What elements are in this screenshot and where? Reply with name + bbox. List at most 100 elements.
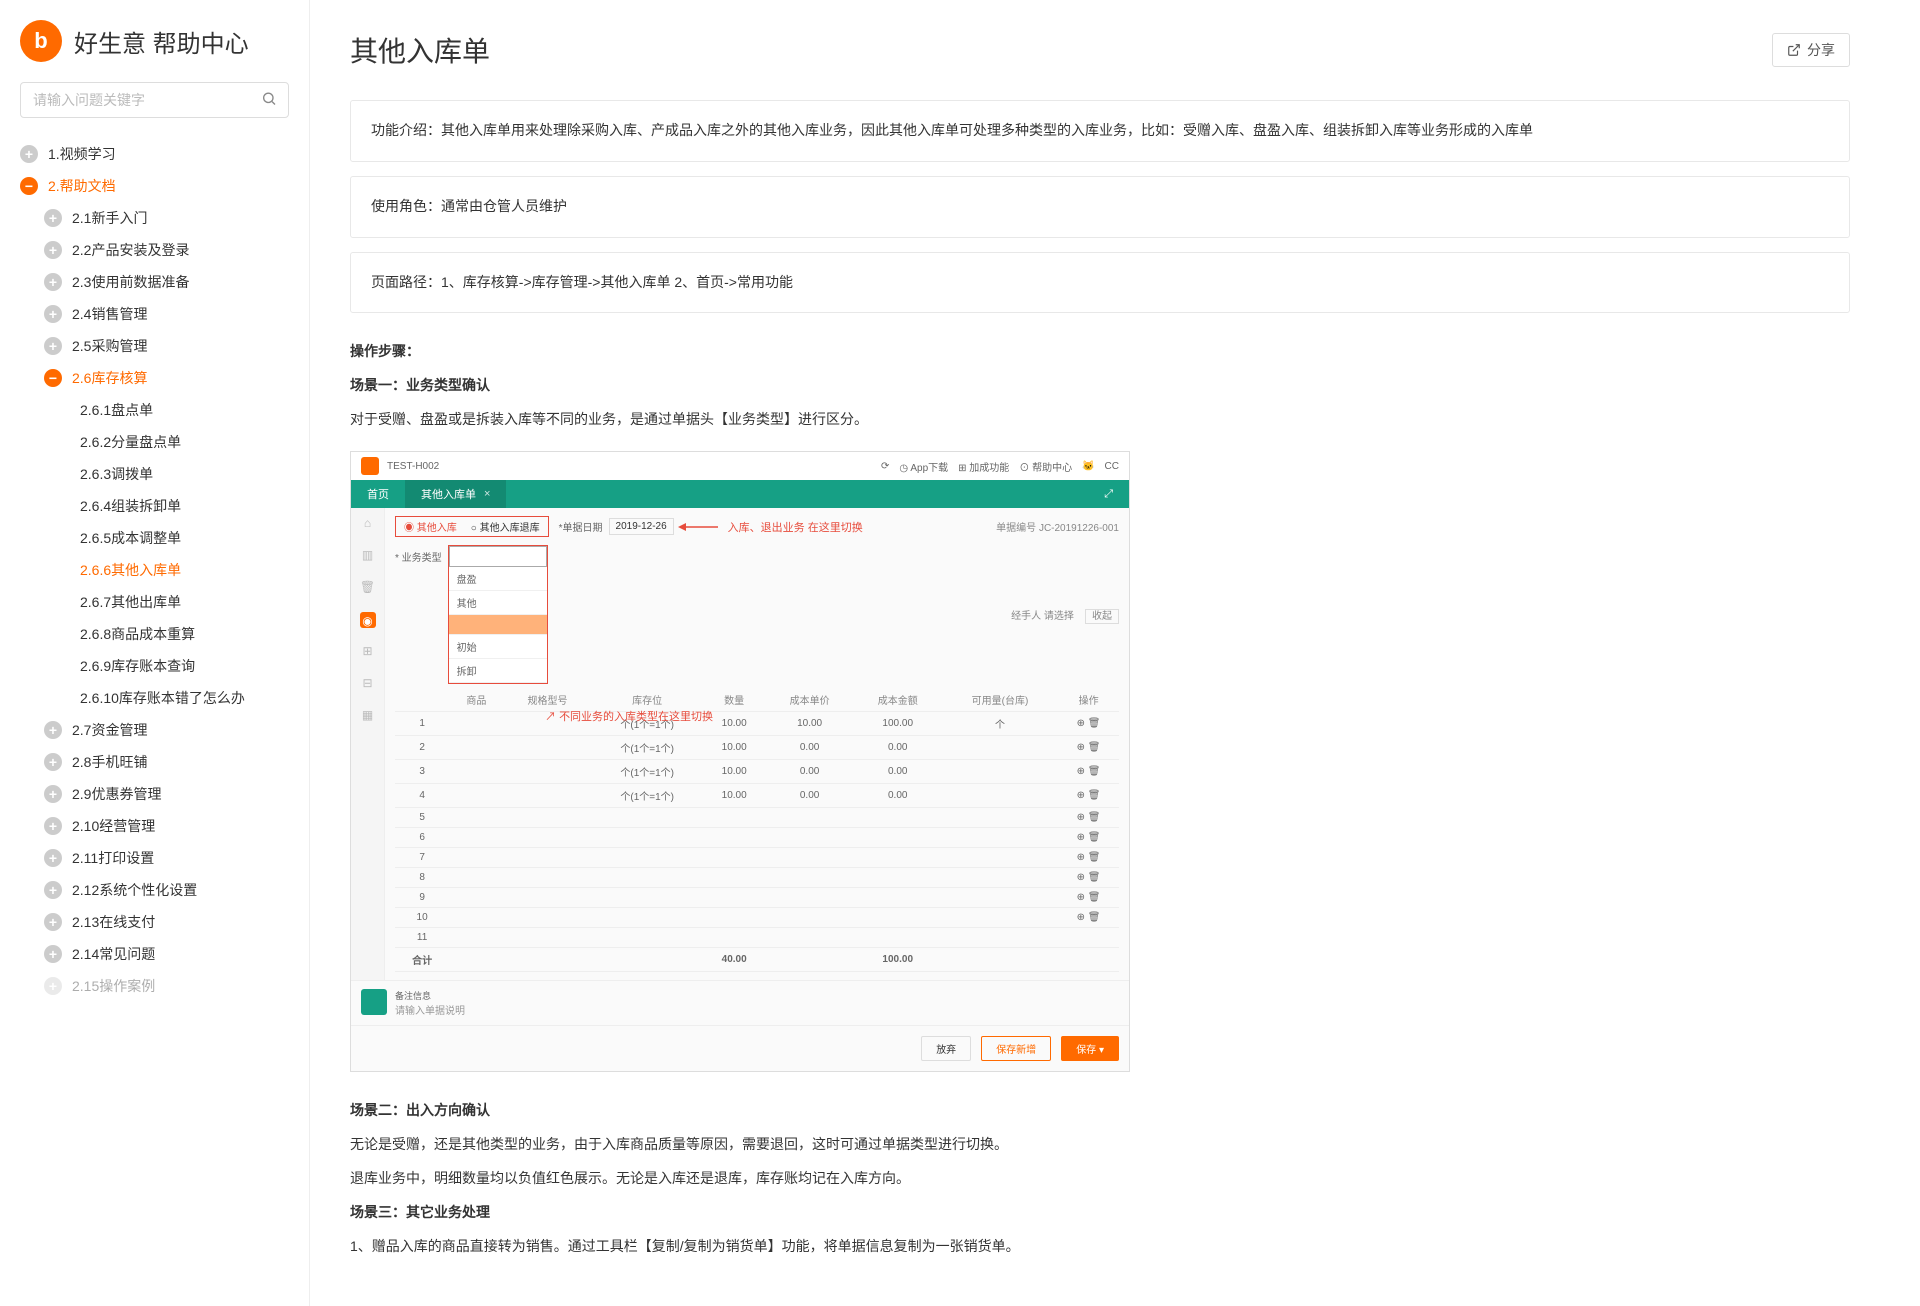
radio-return: ○ 其他入库退库 [471, 519, 540, 534]
nav-label: 2.8手机旺铺 [72, 752, 147, 772]
arrow-icon [678, 521, 718, 533]
nav-item-2-12[interactable]: +2.12系统个性化设置 [20, 874, 289, 906]
nav-item-2-11[interactable]: +2.11打印设置 [20, 842, 289, 874]
plus-icon: + [44, 305, 62, 323]
nav-item-2-6-1[interactable]: 2.6.1盘点单 [20, 394, 289, 426]
topbar-icon: ⟳ [881, 461, 889, 472]
dropdown-option: 拆卸 [449, 659, 547, 683]
nav-label: 2.6.2分量盘点单 [80, 432, 181, 452]
table-row: 10⊕ 🗑 [395, 908, 1119, 928]
nav-label: 2.6.9库存账本查询 [80, 656, 195, 676]
scene1-text: 对于受赠、盘盈或是拆装入库等不同的业务，是通过单据头【业务类型】进行区分。 [350, 405, 1850, 433]
nav-label: 2.3使用前数据准备 [72, 272, 189, 292]
share-button[interactable]: 分享 [1772, 33, 1850, 67]
nav-label: 2.10经营管理 [72, 816, 155, 836]
app-logo-icon [361, 457, 379, 475]
nav-item-2-6-5[interactable]: 2.6.5成本调整单 [20, 522, 289, 554]
logo: b 好生意 帮助中心 [20, 20, 289, 62]
nav-item-2-2[interactable]: +2.2产品安装及登录 [20, 234, 289, 266]
nav-label: 1.视频学习 [48, 144, 116, 164]
nav-label: 2.6.5成本调整单 [80, 528, 181, 548]
role-label: 使用角色： [371, 198, 441, 214]
nav-item-video[interactable]: +1.视频学习 [20, 138, 289, 170]
plus-icon: + [44, 241, 62, 259]
nav-item-2-15[interactable]: +2.15操作案例 [20, 970, 289, 1002]
table-row: 6⊕ 🗑 [395, 828, 1119, 848]
annotation-1: 入库、退出业务 在这里切换 [728, 519, 863, 535]
topbar-icon: ◷ App下载 [899, 459, 948, 474]
nav-item-2-13[interactable]: +2.13在线支付 [20, 906, 289, 938]
search-box [20, 82, 289, 118]
nav-item-help-docs[interactable]: −2.帮助文档 [20, 170, 289, 202]
nav-item-2-6-2[interactable]: 2.6.2分量盘点单 [20, 426, 289, 458]
nav-item-2-6-7[interactable]: 2.6.7其他出库单 [20, 586, 289, 618]
minus-icon: − [20, 177, 38, 195]
nav-label: 2.2产品安装及登录 [72, 240, 189, 260]
nav-item-2-6-9[interactable]: 2.6.9库存账本查询 [20, 650, 289, 682]
remark-label: 备注信息 [395, 989, 465, 1002]
nav-item-2-3[interactable]: +2.3使用前数据准备 [20, 266, 289, 298]
rail-icon: ▦ [360, 708, 376, 724]
nav-label: 2.1新手入门 [72, 208, 147, 228]
dropdown-option: 初始 [449, 635, 547, 659]
nav-item-2-1[interactable]: +2.1新手入门 [20, 202, 289, 234]
annotation-2: ↗ 不同业务的入库类型在这里切换 [545, 708, 713, 724]
biztype-label: 业务类型 [402, 553, 442, 564]
plus-icon: + [44, 913, 62, 931]
save-button: 保存 ▾ [1061, 1036, 1119, 1061]
table-row: 11 [395, 928, 1119, 948]
plus-icon: + [44, 273, 62, 291]
steps-heading: 操作步骤： [350, 337, 1850, 365]
nav-label: 2.6.8商品成本重算 [80, 624, 195, 644]
intro-label: 功能介绍： [371, 122, 441, 138]
footer-buttons: 放弃 保存新增 保存 ▾ [351, 1025, 1129, 1071]
rail-icon: ⊟ [360, 676, 376, 692]
nav-item-2-4[interactable]: +2.4销售管理 [20, 298, 289, 330]
nav-label: 2.7资金管理 [72, 720, 147, 740]
nav-label: 2.6.4组装拆卸单 [80, 496, 181, 516]
nav-item-2-6-3[interactable]: 2.6.3调拨单 [20, 458, 289, 490]
nav-item-2-6-4[interactable]: 2.6.4组装拆卸单 [20, 490, 289, 522]
plus-icon: + [20, 145, 38, 163]
dropdown-option: 盘盈 [449, 567, 547, 591]
remark-icon [361, 989, 387, 1015]
nav-item-2-9[interactable]: +2.9优惠券管理 [20, 778, 289, 810]
role-text: 通常由仓管人员维护 [441, 198, 567, 214]
share-label: 分享 [1807, 40, 1835, 60]
doc-no-label: 单据编号 [996, 523, 1036, 534]
search-input[interactable] [20, 82, 289, 118]
nav-item-2-10[interactable]: +2.10经营管理 [20, 810, 289, 842]
nav-label: 2.5采购管理 [72, 336, 147, 356]
nav-item-2-14[interactable]: +2.14常见问题 [20, 938, 289, 970]
nav-item-2-6[interactable]: −2.6库存核算 [20, 362, 289, 394]
table-row: 5⊕ 🗑 [395, 808, 1119, 828]
tab-expand-icon: ⤢ [1088, 480, 1129, 508]
app-screenshot: TEST-H002 ⟳ ◷ App下载 ⊞ 加成功能 ⊙ 帮助中心 🐱 CC 首… [350, 451, 1130, 1072]
main-content: 其他入库单 分享 功能介绍：其他入库单用来处理除采购入库、产成品入库之外的其他入… [310, 0, 1890, 1306]
nav-item-2-5[interactable]: +2.5采购管理 [20, 330, 289, 362]
nav-label: 2.9优惠券管理 [72, 784, 161, 804]
nav-item-2-8[interactable]: +2.8手机旺铺 [20, 746, 289, 778]
username: CC [1105, 461, 1119, 472]
scene2-title: 场景二：出入方向确认 [350, 1096, 1850, 1124]
path-label: 页面路径： [371, 274, 441, 290]
nav-label: 2.15操作案例 [72, 976, 155, 996]
detail-table: 商品 规格型号 库存位 数量 成本单价 成本金额 可用量(台库) 操作 1个(1… [395, 688, 1119, 972]
nav-label: 2.6.7其他出库单 [80, 592, 181, 612]
remark-row: 备注信息请输入单据说明 [351, 980, 1129, 1025]
nav-item-2-6-8[interactable]: 2.6.8商品成本重算 [20, 618, 289, 650]
share-icon [1787, 43, 1801, 57]
scene1-title: 场景一：业务类型确认 [350, 371, 1850, 399]
nav-item-2-7[interactable]: +2.7资金管理 [20, 714, 289, 746]
close-icon: × [484, 488, 490, 500]
plus-icon: + [44, 721, 62, 739]
save-add-button: 保存新增 [981, 1036, 1051, 1061]
nav-tree: +1.视频学习 −2.帮助文档 +2.1新手入门 +2.2产品安装及登录 +2.… [20, 138, 289, 1002]
nav-label: 2.6.3调拨单 [80, 464, 153, 484]
nav-item-2-6-6[interactable]: 2.6.6其他入库单 [20, 554, 289, 586]
search-icon[interactable] [261, 91, 277, 110]
nav-item-2-6-10[interactable]: 2.6.10库存账本错了怎么办 [20, 682, 289, 714]
table-row: 4个(1个=1个)10.000.000.00⊕ 🗑 [395, 784, 1119, 808]
biztype-dropdown: 盘盈 其他 初始 拆卸 [448, 545, 548, 684]
account-name: TEST-H002 [387, 461, 439, 472]
